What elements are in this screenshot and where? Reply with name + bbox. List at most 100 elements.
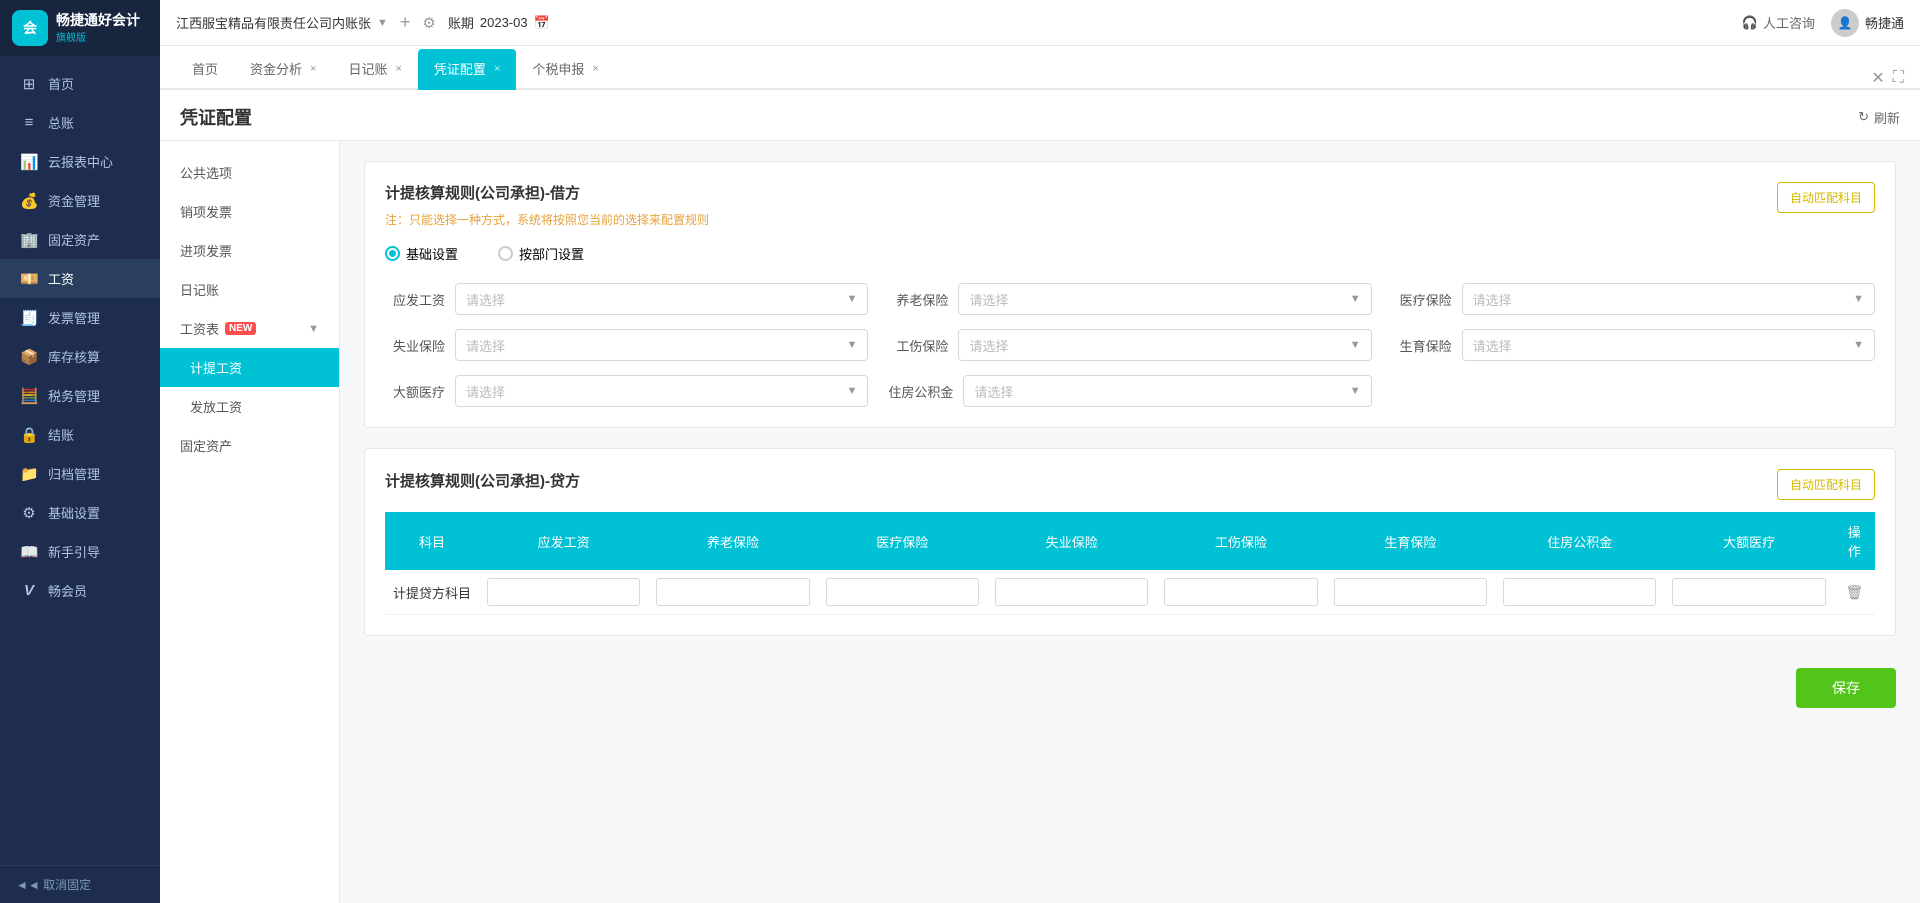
big-medical-input[interactable]: [1672, 578, 1825, 606]
maternity-select[interactable]: 请选择 ▼: [1462, 329, 1875, 361]
logo-sub: 旗舰版: [56, 29, 140, 44]
left-nav-fixed-assets[interactable]: 固定资产: [160, 426, 339, 465]
work-injury-select[interactable]: 请选择 ▼: [958, 329, 1371, 361]
pension-placeholder: 请选择: [969, 290, 1008, 309]
housing-select[interactable]: 请选择 ▼: [963, 375, 1371, 407]
form-item-work-injury: 工伤保险 请选择 ▼: [888, 329, 1371, 361]
settings-icon[interactable]: ⚙: [422, 14, 435, 32]
pension-arrow: ▼: [1350, 293, 1361, 305]
company-dropdown-icon: ▼: [377, 17, 388, 29]
sidebar-item-salary[interactable]: 💴 工资: [0, 259, 160, 298]
tab-tax-report[interactable]: 个税申报 ×: [516, 49, 614, 90]
left-nav-salary-pay[interactable]: 发放工资: [160, 387, 339, 426]
sidebar-item-vip[interactable]: V 畅会员: [0, 571, 160, 610]
add-account-button[interactable]: +: [400, 12, 411, 33]
salary-placeholder: 请选择: [466, 290, 505, 309]
period-area: 账期 2023-03 📅: [448, 13, 550, 32]
consult-button[interactable]: 🎧 人工咨询: [1742, 13, 1815, 32]
sidebar-item-reports[interactable]: 📊 云报表中心: [0, 142, 160, 181]
credit-table: 科目 应发工资 养老保险 医疗保险 失业保险 工伤保险 生育保险 住房公积金 大…: [385, 512, 1875, 615]
salary-arrow: ▼: [846, 293, 857, 305]
row-salary-input[interactable]: [479, 570, 648, 615]
big-medical-select[interactable]: 请选择 ▼: [455, 375, 868, 407]
expand-icon: ▼: [308, 323, 319, 335]
sidebar-item-ledger[interactable]: ≡ 总账: [0, 103, 160, 142]
maternity-input[interactable]: [1334, 578, 1487, 606]
logo-text: 畅捷通好会计: [56, 12, 140, 29]
housing-placeholder: 请选择: [974, 382, 1013, 401]
row-unemployment-input[interactable]: [987, 570, 1156, 615]
company-selector[interactable]: 江西服宝精品有限责任公司内账张 ▼: [176, 13, 388, 32]
left-nav-salary-table[interactable]: 工资表 NEW ▼: [160, 309, 339, 348]
big-medical-label: 大额医疗: [385, 382, 445, 401]
radio-dept[interactable]: 按部门设置: [498, 244, 584, 263]
salary-select[interactable]: 请选择 ▼: [455, 283, 868, 315]
sidebar-item-archive[interactable]: 📁 归档管理: [0, 454, 160, 493]
tab-funds[interactable]: 资金分析 ×: [234, 49, 332, 90]
tab-funds-close[interactable]: ×: [310, 63, 316, 75]
row-maternity-input[interactable]: [1326, 570, 1495, 615]
unemployment-select[interactable]: 请选择 ▼: [455, 329, 868, 361]
row-pension-input[interactable]: [648, 570, 817, 615]
sidebar-item-guide[interactable]: 📖 新手引导: [0, 532, 160, 571]
sidebar-item-invoice[interactable]: 🧾 发票管理: [0, 298, 160, 337]
maximize-icon[interactable]: ⛶: [1893, 69, 1904, 87]
sidebar-item-close[interactable]: 🔒 结账: [0, 415, 160, 454]
tab-journal[interactable]: 日记账 ×: [332, 49, 417, 90]
tab-home[interactable]: 首页: [176, 49, 234, 90]
user-menu[interactable]: 👤 畅捷通: [1831, 9, 1904, 37]
left-nav-sales-invoice[interactable]: 销项发票: [160, 192, 339, 231]
pension-input[interactable]: [656, 578, 809, 606]
salary-input[interactable]: [487, 578, 640, 606]
col-unemployment: 失业保险: [987, 512, 1156, 570]
sidebar-item-tax[interactable]: 🧮 税务管理: [0, 376, 160, 415]
sidebar-item-basic[interactable]: ⚙ 基础设置: [0, 493, 160, 532]
calendar-icon[interactable]: 📅: [534, 15, 550, 31]
row-big-medical-input[interactable]: [1664, 570, 1833, 615]
left-nav-public[interactable]: 公共选项: [160, 153, 339, 192]
medical-select[interactable]: 请选择 ▼: [1462, 283, 1875, 315]
form-item-maternity: 生育保险 请选择 ▼: [1392, 329, 1875, 361]
sidebar-item-fixed-assets[interactable]: 🏢 固定资产: [0, 220, 160, 259]
tab-tax-report-close[interactable]: ×: [592, 63, 598, 75]
sidebar-item-funds[interactable]: 💰 资金管理: [0, 181, 160, 220]
auto-match-debit-button[interactable]: 自动匹配科目: [1777, 182, 1875, 213]
left-nav-sales-invoice-label: 销项发票: [180, 202, 232, 221]
auto-match-credit-button[interactable]: 自动匹配科目: [1777, 469, 1875, 500]
tab-voucher-config[interactable]: 凭证配置 ×: [418, 49, 516, 90]
fixed-assets-icon: 🏢: [20, 231, 38, 249]
close-window-icon[interactable]: ✕: [1871, 68, 1884, 88]
save-button[interactable]: 保存: [1796, 668, 1896, 708]
pension-select[interactable]: 请选择 ▼: [958, 283, 1371, 315]
medical-input[interactable]: [826, 578, 979, 606]
credit-table-header: 科目 应发工资 养老保险 医疗保险 失业保险 工伤保险 生育保险 住房公积金 大…: [385, 512, 1875, 570]
sidebar-item-funds-label: 资金管理: [48, 191, 100, 210]
row-medical-input[interactable]: [818, 570, 987, 615]
radio-basic[interactable]: 基础设置: [385, 244, 458, 263]
left-nav-salary-pay-label: 发放工资: [190, 397, 242, 416]
housing-input[interactable]: [1503, 578, 1656, 606]
unemployment-input[interactable]: [995, 578, 1148, 606]
table-row: 计提贷方科目 🗑: [385, 570, 1875, 615]
medical-label: 医疗保险: [1392, 290, 1452, 309]
tax-icon: 🧮: [20, 387, 38, 405]
sidebar-item-inventory[interactable]: 📦 库存核算: [0, 337, 160, 376]
delete-row-button[interactable]: 🗑: [1845, 584, 1863, 600]
left-nav-salary-accrual[interactable]: 计提工资: [160, 348, 339, 387]
row-work-injury-input[interactable]: [1156, 570, 1325, 615]
maternity-placeholder: 请选择: [1473, 336, 1512, 355]
pension-label: 养老保险: [888, 290, 948, 309]
page-title: 凭证配置: [180, 104, 252, 130]
refresh-button[interactable]: ↻ 刷新: [1858, 108, 1900, 127]
form-item-big-medical: 大额医疗 请选择 ▼: [385, 375, 868, 407]
work-injury-input[interactable]: [1164, 578, 1317, 606]
new-badge: NEW: [225, 322, 256, 335]
main-area: 江西服宝精品有限责任公司内账张 ▼ + ⚙ 账期 2023-03 📅 🎧 人工咨…: [160, 0, 1920, 903]
tab-voucher-config-close[interactable]: ×: [494, 63, 500, 75]
sidebar-item-home[interactable]: ⊞ 首页: [0, 64, 160, 103]
row-housing-input[interactable]: [1495, 570, 1664, 615]
left-nav-journal[interactable]: 日记账: [160, 270, 339, 309]
left-nav-purchase-invoice[interactable]: 进项发票: [160, 231, 339, 270]
sidebar-footer-cancel-pin[interactable]: ◄◄ 取消固定: [0, 865, 160, 903]
tab-journal-close[interactable]: ×: [395, 63, 401, 75]
